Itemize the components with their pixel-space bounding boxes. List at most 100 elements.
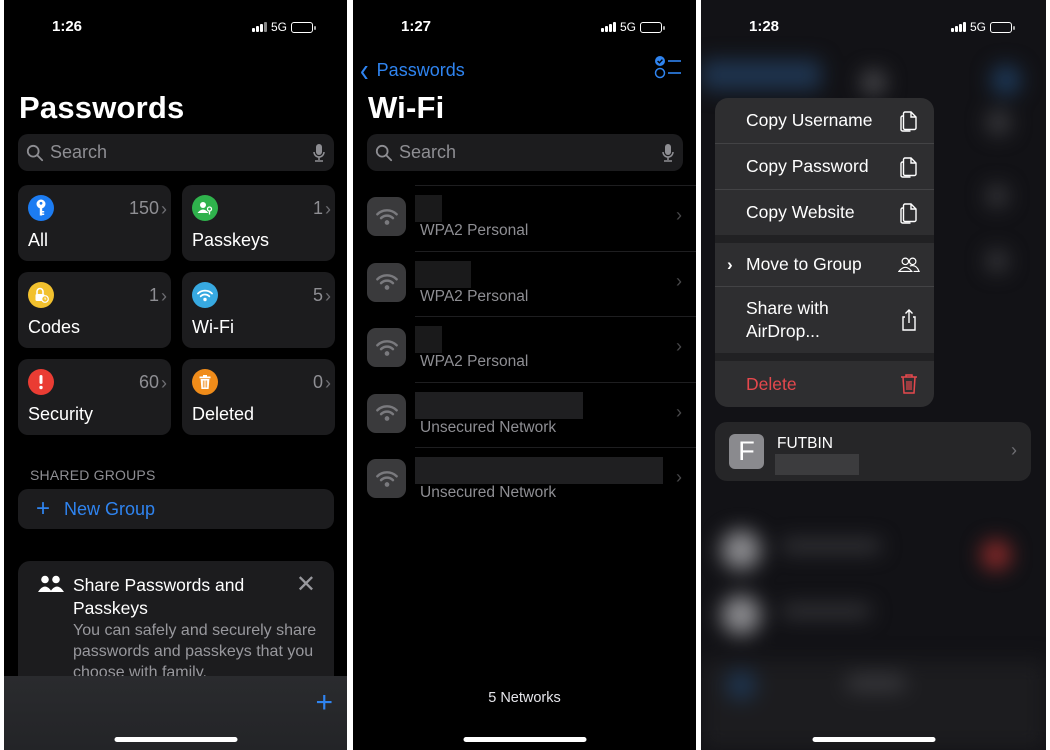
wifi-icon — [367, 393, 406, 433]
wifi-icon — [367, 328, 406, 367]
avatar: F — [729, 434, 764, 469]
network-name-redacted — [415, 260, 471, 288]
people-icon — [38, 575, 64, 592]
category-wifi[interactable]: 5 › Wi-Fi — [182, 272, 335, 348]
status-time: 1:26 — [52, 18, 83, 35]
search-placeholder: Search — [50, 142, 108, 162]
network-row[interactable]: WPA2 Personal › — [353, 185, 696, 251]
category-count: 1 — [312, 198, 323, 218]
share-icon — [902, 309, 916, 331]
category-label: Passkeys — [192, 230, 270, 250]
chevron-right-icon: › — [676, 205, 682, 225]
shared-groups-header: SHARED GROUPS — [30, 467, 156, 483]
category-count: 5 — [312, 285, 323, 305]
back-label: Passwords — [376, 60, 465, 80]
battery-icon — [990, 21, 1015, 33]
network-security: Unsecured Network — [420, 484, 557, 501]
category-all[interactable]: 150 › All — [18, 185, 171, 261]
battery-icon — [291, 21, 316, 33]
chevron-right-icon: › — [676, 467, 682, 487]
entry-username-redacted — [775, 454, 859, 475]
network-type: 5G — [619, 20, 636, 34]
search-input[interactable]: Search — [367, 134, 683, 171]
context-menu: Copy Username Copy Password Copy Website… — [715, 98, 934, 407]
status-time: 1:28 — [749, 18, 780, 35]
network-security: WPA2 Personal — [420, 222, 529, 239]
wifi-icon — [192, 282, 218, 308]
network-name-redacted — [415, 457, 663, 484]
network-row[interactable]: WPA2 Personal › — [353, 316, 696, 382]
home-indicator[interactable] — [114, 737, 237, 742]
microphone-icon[interactable] — [312, 143, 326, 163]
wifi-icon — [367, 459, 406, 498]
chevron-left-icon: ‹ — [360, 50, 369, 90]
network-security: WPA2 Personal — [420, 353, 529, 370]
chevron-right-icon: › — [325, 286, 331, 306]
category-label: Wi-Fi — [192, 317, 234, 337]
key-icon — [28, 195, 54, 221]
chevron-right-icon: › — [325, 199, 331, 219]
menu-copy-password[interactable]: Copy Password — [715, 144, 934, 189]
page-title: Passwords — [19, 90, 185, 125]
category-count: 60 — [138, 372, 159, 392]
network-type: 5G — [969, 20, 986, 34]
home-indicator[interactable] — [463, 737, 586, 742]
network-name-redacted — [415, 326, 442, 353]
menu-item-label: Delete — [746, 373, 797, 394]
status-bar: 1:28 5G — [701, 18, 1046, 38]
search-icon — [26, 144, 44, 161]
network-row[interactable]: Unsecured Network › — [353, 447, 696, 513]
context-menu-screen: 1:28 5G Copy Username Copy Password Copy… — [701, 0, 1046, 750]
chevron-right-icon: › — [325, 373, 331, 393]
network-row[interactable]: Unsecured Network › — [353, 381, 696, 448]
chevron-right-icon: › — [161, 373, 167, 393]
search-input[interactable]: Search — [18, 134, 334, 171]
menu-share-airdrop[interactable]: Share with AirDrop... — [715, 287, 934, 353]
network-security: WPA2 Personal — [420, 287, 529, 305]
page-title: Wi-Fi — [368, 90, 445, 125]
category-label: All — [28, 230, 49, 250]
menu-item-label: Copy Username — [746, 110, 873, 130]
network-row[interactable]: WPA2 Personal › — [353, 250, 696, 317]
share-card-description: You can safely and securely share passwo… — [73, 622, 317, 681]
category-security[interactable]: 60 › Security — [18, 359, 171, 435]
menu-item-label: Copy Website — [746, 202, 855, 222]
category-codes[interactable]: 1 › Codes — [18, 272, 171, 348]
category-passkeys[interactable]: 1 › Passkeys — [182, 185, 335, 261]
category-deleted[interactable]: 0 › Deleted — [182, 359, 335, 435]
search-placeholder: Search — [399, 142, 457, 162]
menu-item-label: Move to Group — [746, 254, 862, 274]
exclamation-icon — [28, 369, 54, 395]
network-type: 5G — [270, 20, 287, 34]
network-count: 5 Networks — [488, 690, 561, 706]
add-button[interactable]: + — [315, 686, 333, 720]
menu-delete[interactable]: Delete — [715, 361, 934, 407]
category-label: Codes — [28, 317, 81, 337]
home-indicator[interactable] — [812, 737, 935, 742]
close-icon[interactable]: ✕ — [296, 570, 316, 599]
new-group-button[interactable]: + New Group — [18, 489, 334, 529]
signal-icon — [950, 22, 966, 32]
status-bar: 1:27 5G — [353, 18, 696, 38]
category-count: 150 — [128, 198, 159, 218]
status-bar: 1:26 5G — [4, 18, 347, 38]
microphone-icon[interactable] — [661, 143, 675, 163]
copy-icon — [900, 202, 917, 224]
back-button[interactable]: ‹ Passwords — [360, 50, 465, 89]
wifi-screen: 1:27 5G ‹ Passwords Wi-Fi Search WPA2 Pe… — [353, 0, 696, 750]
share-card-title: Share Passwords and Passkeys — [73, 575, 245, 618]
category-count: 1 — [148, 285, 159, 305]
menu-move-to-group[interactable]: › Move to Group — [715, 243, 934, 286]
menu-copy-website[interactable]: Copy Website — [715, 190, 934, 235]
battery-icon — [640, 21, 665, 33]
password-entry[interactable]: F FUTBIN › — [715, 422, 1031, 481]
chevron-right-icon: › — [161, 286, 167, 306]
menu-copy-username[interactable]: Copy Username — [715, 98, 934, 143]
network-name-redacted — [415, 195, 442, 222]
trash-icon — [192, 369, 218, 395]
network-name-redacted — [415, 391, 583, 419]
wifi-icon — [367, 262, 406, 302]
category-label: Security — [28, 404, 94, 424]
select-list-icon[interactable] — [654, 55, 682, 79]
chevron-right-icon: › — [727, 254, 733, 274]
